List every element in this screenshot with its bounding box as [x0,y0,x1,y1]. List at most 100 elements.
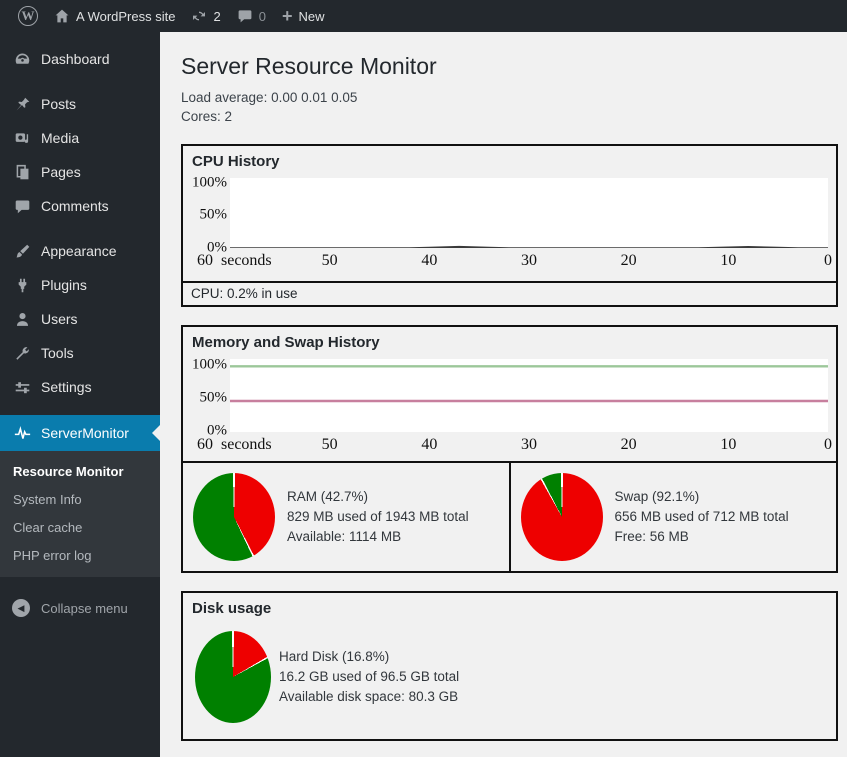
cpu-panel-title: CPU History [183,146,836,176]
ram-percent-line: RAM (42.7%) [287,487,469,507]
cpu-plot-area [230,178,828,248]
sidebar-item-comments[interactable]: Comments [0,189,160,223]
sidebar-item-users[interactable]: Users [0,302,160,336]
disk-pie-chart [195,631,271,723]
memory-swap-history-panel: Memory and Swap History 100% 50% 0% 60 s… [181,325,838,463]
updates-count: 2 [213,9,220,24]
memory-history-chart: 100% 50% 0% 60 seconds50403020100 [183,359,828,461]
home-icon [54,8,70,24]
swap-usage-box: Swap (92.1%) 656 MB used of 712 MB total… [509,461,839,573]
submenu-item-resource-monitor[interactable]: Resource Monitor [0,457,160,485]
sidebar-item-pages[interactable]: Pages [0,155,160,189]
pushpin-icon [12,96,32,113]
comments-link[interactable]: 0 [229,0,274,32]
disk-usage-text: Hard Disk (16.8%) 16.2 GB used of 96.5 G… [279,647,459,707]
speech-bubble-icon [12,198,32,215]
memory-plot-area [230,359,828,432]
site-name-label: A WordPress site [76,9,175,24]
sidebar-item-posts[interactable]: Posts [0,87,160,121]
sidebar-item-appearance[interactable]: Appearance [0,234,160,268]
sidebar-item-label: Media [41,130,79,146]
x-tick: 20 [621,436,637,454]
sidebar-item-plugins[interactable]: Plugins [0,268,160,302]
memory-y-axis: 100% 50% 0% [183,359,230,432]
disk-percent-line: Hard Disk (16.8%) [279,647,459,667]
sidebar-item-label: Plugins [41,277,87,293]
admin-bar: W A WordPress site 2 0 + New [0,0,847,32]
sliders-icon [12,379,32,396]
cpu-x-axis: 60 seconds50403020100 [230,252,828,277]
x-tick: 50 [322,252,338,270]
sidebar-item-label: Settings [41,379,92,395]
memory-x-axis: 60 seconds50403020100 [230,436,828,461]
x-tick: 50 [322,436,338,454]
y-tick-50: 50% [200,390,228,407]
collapse-menu-label: Collapse menu [41,601,128,616]
sidebar-item-label: Posts [41,96,76,112]
x-tick: 0 [824,436,832,454]
updates-link[interactable]: 2 [183,0,228,32]
ram-available-line: Available: 1114 MB [287,527,469,547]
x-tick: 40 [421,252,437,270]
cpu-history-chart: 100% 50% 0% 60 seconds50403020100 [183,178,828,277]
sidebar-item-servermonitor[interactable]: ServerMonitor [0,415,160,451]
admin-sidebar: Dashboard Posts Media Pages Comments [0,32,160,757]
disk-usage-panel: Disk usage Hard Disk (16.8%) 16.2 GB use… [181,591,838,741]
memory-panel-title: Memory and Swap History [183,327,836,357]
disk-available-line: Available disk space: 80.3 GB [279,687,459,707]
pulse-monitor-icon [12,425,32,442]
pages-stack-icon [12,164,32,181]
x-tick: 40 [421,436,437,454]
ram-pie-chart [193,473,275,561]
x-tick: 30 [521,252,537,270]
cpu-status-text: CPU: 0.2% in use [183,281,836,305]
comments-count: 0 [259,9,266,24]
x-tick: 20 [621,252,637,270]
y-tick-100: 100% [192,357,227,374]
sidebar-item-label: Appearance [41,243,117,259]
sidebar-item-tools[interactable]: Tools [0,336,160,370]
load-average-text: Load average: 0.00 0.01 0.05 [181,88,838,107]
sidebar-item-label: ServerMonitor [41,425,129,441]
sidebar-item-settings[interactable]: Settings [0,370,160,404]
wordpress-logo-icon: W [18,6,38,26]
memory-pie-row: RAM (42.7%) 829 MB used of 1943 MB total… [181,461,838,573]
submenu-item-php-error-log[interactable]: PHP error log [0,541,160,569]
wordpress-menu-button[interactable]: W [10,0,46,32]
disk-usage-content: Hard Disk (16.8%) 16.2 GB used of 96.5 G… [183,623,836,739]
paintbrush-icon [12,243,32,260]
ram-usage-text: RAM (42.7%) 829 MB used of 1943 MB total… [287,487,469,547]
collapse-menu-button[interactable]: ◀ Collapse menu [0,591,160,625]
new-content-button[interactable]: + New [274,0,333,32]
disk-used-line: 16.2 GB used of 96.5 GB total [279,667,459,687]
current-item-arrow [144,425,160,441]
comment-bubble-icon [237,8,253,24]
site-name-link[interactable]: A WordPress site [46,0,183,32]
sidebar-item-dashboard[interactable]: Dashboard [0,42,160,76]
main-content: Server Resource Monitor Load average: 0.… [160,32,847,757]
x-tick: 60 seconds [197,252,272,270]
cpu-history-panel: CPU History 100% 50% 0% 60 seconds 50 40 30… [181,144,838,307]
sidebar-item-media[interactable]: Media [0,121,160,155]
user-icon [12,311,32,328]
updates-icon [191,8,207,24]
page-title: Server Resource Monitor [181,53,838,80]
swap-usage-text: Swap (92.1%) 656 MB used of 712 MB total… [615,487,789,547]
sidebar-item-label: Tools [41,345,74,361]
disk-panel-title: Disk usage [183,593,836,623]
collapse-arrow-icon: ◀ [12,599,30,617]
dashboard-gauge-icon [12,51,32,68]
ram-usage-box: RAM (42.7%) 829 MB used of 1943 MB total… [181,461,511,573]
camera-note-icon [12,130,32,147]
plug-icon [12,277,32,294]
submenu-item-system-info[interactable]: System Info [0,485,160,513]
plus-icon: + [282,7,293,25]
ram-used-line: 829 MB used of 1943 MB total [287,507,469,527]
submenu-item-clear-cache[interactable]: Clear cache [0,513,160,541]
servermonitor-submenu: Resource Monitor System Info Clear cache… [0,451,160,577]
swap-used-line: 656 MB used of 712 MB total [615,507,789,527]
sidebar-item-label: Comments [41,198,109,214]
cpu-y-axis: 100% 50% 0% [183,178,230,248]
y-tick-100: 100% [192,175,227,192]
sidebar-item-label: Users [41,311,78,327]
